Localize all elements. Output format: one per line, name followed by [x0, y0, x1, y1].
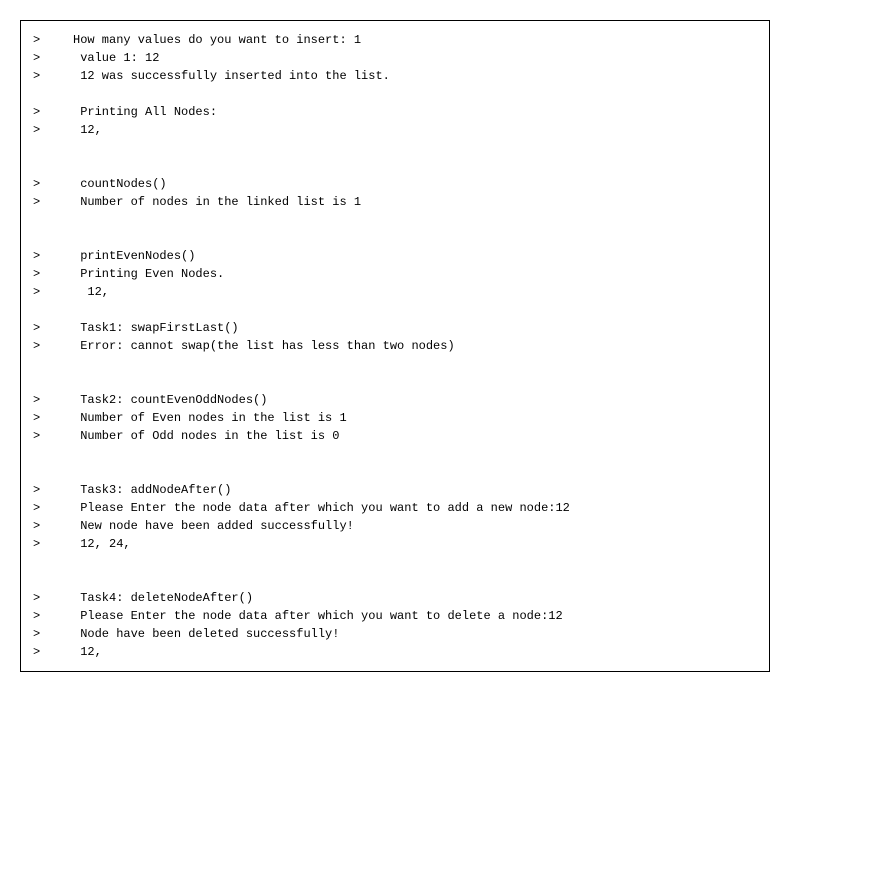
terminal-line: > Error: cannot swap(the list has less t…	[33, 337, 757, 355]
prompt-symbol: >	[33, 337, 73, 355]
line-content: Error: cannot swap(the list has less tha…	[73, 337, 757, 355]
terminal-line: > Task4: deleteNodeAfter()	[33, 589, 757, 607]
prompt-symbol: >	[33, 481, 73, 499]
terminal-line: > value 1: 12	[33, 49, 757, 67]
terminal-line: > Printing All Nodes:	[33, 103, 757, 121]
blank-line	[33, 85, 757, 103]
blank-line	[33, 157, 757, 175]
prompt-symbol: >	[33, 283, 73, 301]
line-content: 12,	[73, 643, 757, 661]
prompt-symbol: >	[33, 265, 73, 283]
prompt-symbol: >	[33, 607, 73, 625]
line-content: 12, 24,	[73, 535, 757, 553]
line-content: Number of Odd nodes in the list is 0	[73, 427, 757, 445]
prompt-symbol: >	[33, 517, 73, 535]
prompt-symbol: >	[33, 535, 73, 553]
terminal-line: > Number of Odd nodes in the list is 0	[33, 427, 757, 445]
prompt-symbol: >	[33, 247, 73, 265]
line-content: 12,	[73, 121, 757, 139]
blank-line	[33, 139, 757, 157]
line-content: 12 was successfully inserted into the li…	[73, 67, 757, 85]
blank-line	[33, 301, 757, 319]
line-content: Printing All Nodes:	[73, 103, 757, 121]
line-content: Please Enter the node data after which y…	[73, 499, 757, 517]
line-content: New node have been added successfully!	[73, 517, 757, 535]
blank-line	[33, 211, 757, 229]
prompt-symbol: >	[33, 409, 73, 427]
terminal-line: > Please Enter the node data after which…	[33, 499, 757, 517]
terminal-line: > 12,	[33, 283, 757, 301]
terminal-output-box: >How many values do you want to insert: …	[20, 20, 770, 672]
line-content: Node have been deleted successfully!	[73, 625, 757, 643]
line-content: Number of Even nodes in the list is 1	[73, 409, 757, 427]
terminal-line: > Printing Even Nodes.	[33, 265, 757, 283]
line-content: Number of nodes in the linked list is 1	[73, 193, 757, 211]
terminal-line: > 12, 24,	[33, 535, 757, 553]
terminal-line: > New node have been added successfully!	[33, 517, 757, 535]
line-content: value 1: 12	[73, 49, 757, 67]
terminal-line: > Please Enter the node data after which…	[33, 607, 757, 625]
blank-line	[33, 229, 757, 247]
blank-line	[33, 373, 757, 391]
line-content: printEvenNodes()	[73, 247, 757, 265]
terminal-line: > 12 was successfully inserted into the …	[33, 67, 757, 85]
prompt-symbol: >	[33, 427, 73, 445]
terminal-line: > Task2: countEvenOddNodes()	[33, 391, 757, 409]
terminal-line: > 12,	[33, 643, 757, 661]
prompt-symbol: >	[33, 643, 73, 661]
prompt-symbol: >	[33, 391, 73, 409]
line-content: How many values do you want to insert: 1	[73, 31, 757, 49]
blank-line	[33, 571, 757, 589]
line-content: Please Enter the node data after which y…	[73, 607, 757, 625]
blank-line	[33, 553, 757, 571]
terminal-line: >How many values do you want to insert: …	[33, 31, 757, 49]
line-content: Task4: deleteNodeAfter()	[73, 589, 757, 607]
prompt-symbol: >	[33, 175, 73, 193]
blank-line	[33, 355, 757, 373]
terminal-line: > countNodes()	[33, 175, 757, 193]
prompt-symbol: >	[33, 625, 73, 643]
prompt-symbol: >	[33, 103, 73, 121]
line-content: Task3: addNodeAfter()	[73, 481, 757, 499]
line-content: Task2: countEvenOddNodes()	[73, 391, 757, 409]
prompt-symbol: >	[33, 193, 73, 211]
prompt-symbol: >	[33, 499, 73, 517]
prompt-symbol: >	[33, 31, 73, 49]
terminal-line: > printEvenNodes()	[33, 247, 757, 265]
line-content: countNodes()	[73, 175, 757, 193]
line-content: 12,	[73, 283, 757, 301]
prompt-symbol: >	[33, 589, 73, 607]
blank-line	[33, 463, 757, 481]
terminal-line: > 12,	[33, 121, 757, 139]
prompt-symbol: >	[33, 67, 73, 85]
prompt-symbol: >	[33, 49, 73, 67]
terminal-line: > Task3: addNodeAfter()	[33, 481, 757, 499]
prompt-symbol: >	[33, 319, 73, 337]
terminal-line: > Task1: swapFirstLast()	[33, 319, 757, 337]
terminal-line: > Node have been deleted successfully!	[33, 625, 757, 643]
line-content: Task1: swapFirstLast()	[73, 319, 757, 337]
prompt-symbol: >	[33, 121, 73, 139]
line-content: Printing Even Nodes.	[73, 265, 757, 283]
terminal-line: > Number of nodes in the linked list is …	[33, 193, 757, 211]
terminal-line: > Number of Even nodes in the list is 1	[33, 409, 757, 427]
blank-line	[33, 445, 757, 463]
